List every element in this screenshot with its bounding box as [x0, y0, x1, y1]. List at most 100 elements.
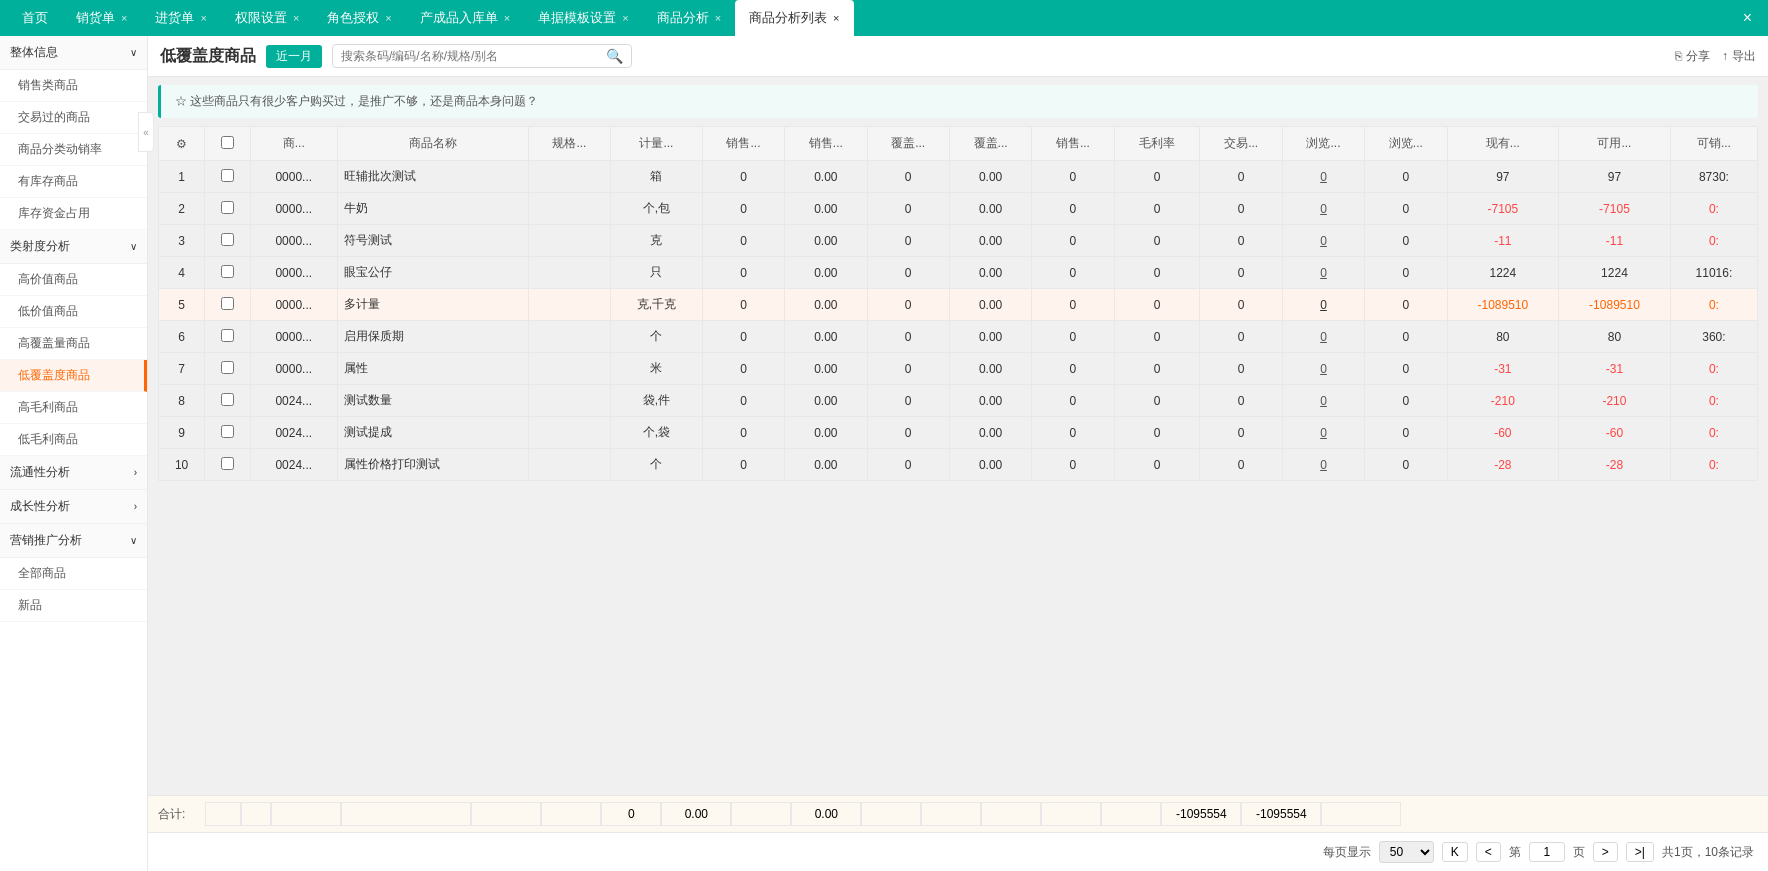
first-page-button[interactable]: K [1442, 842, 1468, 862]
export-button[interactable]: ↑ 导出 [1722, 48, 1756, 65]
search-input[interactable] [341, 49, 606, 63]
nav-sales-close[interactable]: × [121, 0, 127, 36]
cell-check[interactable] [205, 353, 251, 385]
cell-check[interactable] [205, 289, 251, 321]
row-checkbox[interactable] [221, 457, 234, 470]
cell-browse1[interactable]: 0 [1282, 257, 1364, 289]
cell-check[interactable] [205, 417, 251, 449]
select-all-checkbox[interactable] [221, 136, 234, 149]
cell-gross-rate: 0 [1114, 225, 1200, 257]
nav-role-close[interactable]: × [385, 0, 391, 36]
cell-browse1[interactable]: 0 [1282, 193, 1364, 225]
sidebar-item-high-profit[interactable]: 高毛利商品 [0, 392, 147, 424]
col-header-spec[interactable]: 规格... [528, 127, 610, 161]
sidebar-item-all-goods[interactable]: 全部商品 [0, 558, 147, 590]
nav-production[interactable]: 产成品入库单 × [406, 0, 524, 36]
cell-browse1[interactable]: 0 [1282, 353, 1364, 385]
nav-production-close[interactable]: × [504, 0, 510, 36]
nav-role[interactable]: 角色授权 × [313, 0, 405, 36]
nav-purchase[interactable]: 进货单 × [141, 0, 220, 36]
cell-browse1[interactable]: 0 [1282, 321, 1364, 353]
nav-template-close[interactable]: × [622, 0, 628, 36]
nav-template[interactable]: 单据模板设置 × [524, 0, 642, 36]
sidebar-collapse-button[interactable]: « [138, 112, 154, 152]
col-header-stock-cur[interactable]: 现有... [1447, 127, 1559, 161]
cell-check[interactable] [205, 193, 251, 225]
sidebar-item-low-value[interactable]: 低价值商品 [0, 296, 147, 328]
col-header-unit[interactable]: 计量... [611, 127, 703, 161]
cell-check[interactable] [205, 257, 251, 289]
col-header-stock-sale[interactable]: 可销... [1670, 127, 1757, 161]
row-checkbox[interactable] [221, 169, 234, 182]
cell-check[interactable] [205, 449, 251, 481]
sidebar-item-capital[interactable]: 库存资金占用 [0, 198, 147, 230]
next-page-button[interactable]: > [1593, 842, 1618, 862]
row-checkbox[interactable] [221, 265, 234, 278]
col-header-check[interactable] [205, 127, 251, 161]
row-checkbox[interactable] [221, 201, 234, 214]
cell-check[interactable] [205, 321, 251, 353]
cell-browse1[interactable]: 0 [1282, 161, 1364, 193]
filter-button[interactable]: 近一月 [266, 45, 322, 68]
cell-check[interactable] [205, 161, 251, 193]
cell-browse1[interactable]: 0 [1282, 385, 1364, 417]
sidebar-section-growth[interactable]: 成长性分析 › [0, 490, 147, 524]
row-checkbox[interactable] [221, 297, 234, 310]
pagination: 每页显示 50 100 200 K < 第 页 > >| 共1页，10条记录 [148, 832, 1768, 871]
row-checkbox[interactable] [221, 393, 234, 406]
per-page-select[interactable]: 50 100 200 [1379, 841, 1434, 863]
row-checkbox[interactable] [221, 233, 234, 246]
col-header-sales-qty[interactable]: 销售... [702, 127, 784, 161]
col-header-sku[interactable]: 商... [250, 127, 337, 161]
cell-stock-cur: -210 [1447, 385, 1559, 417]
nav-product-analysis[interactable]: 商品分析 × [643, 0, 735, 36]
col-header-coverage2[interactable]: 覆盖... [949, 127, 1031, 161]
nav-permission[interactable]: 权限设置 × [221, 0, 313, 36]
col-header-name[interactable]: 商品名称 [337, 127, 528, 161]
sidebar-item-low-profit[interactable]: 低毛利商品 [0, 424, 147, 456]
col-header-settings[interactable]: ⚙ [159, 127, 205, 161]
sidebar-item-traded-goods[interactable]: 交易过的商品 [0, 102, 147, 134]
row-checkbox[interactable] [221, 361, 234, 374]
prev-page-button[interactable]: < [1476, 842, 1501, 862]
sidebar-item-sales-goods[interactable]: 销售类商品 [0, 70, 147, 102]
nav-product-analysis-close[interactable]: × [715, 0, 721, 36]
sidebar-item-category-rate[interactable]: 商品分类动销率 [0, 134, 147, 166]
nav-home[interactable]: 首页 [8, 0, 62, 36]
page-number-input[interactable] [1529, 842, 1565, 862]
sidebar-item-low-coverage[interactable]: 低覆盖度商品 [0, 360, 147, 392]
sidebar-item-new-goods[interactable]: 新品 [0, 590, 147, 622]
col-header-coverage1[interactable]: 覆盖... [867, 127, 949, 161]
sidebar-item-high-value[interactable]: 高价值商品 [0, 264, 147, 296]
last-page-button[interactable]: >| [1626, 842, 1654, 862]
row-checkbox[interactable] [221, 329, 234, 342]
row-checkbox[interactable] [221, 425, 234, 438]
cell-browse1[interactable]: 0 [1282, 289, 1364, 321]
col-header-stock-avail[interactable]: 可用... [1559, 127, 1671, 161]
cell-sku: 0024... [250, 449, 337, 481]
cell-check[interactable] [205, 385, 251, 417]
sidebar-item-in-stock[interactable]: 有库存商品 [0, 166, 147, 198]
cell-check[interactable] [205, 225, 251, 257]
cell-browse1[interactable]: 0 [1282, 417, 1364, 449]
col-header-browse2[interactable]: 浏览... [1365, 127, 1447, 161]
sidebar-section-liquidity[interactable]: 流通性分析 › [0, 456, 147, 490]
share-button[interactable]: ⎘ 分享 [1675, 48, 1710, 65]
nav-product-analysis-list[interactable]: 商品分析列表 × [735, 0, 853, 36]
col-header-gross-rate[interactable]: 毛利率 [1114, 127, 1200, 161]
sidebar-section-overall[interactable]: 整体信息 ∨ [0, 36, 147, 70]
nav-product-analysis-list-close[interactable]: × [833, 0, 839, 36]
col-header-sales3[interactable]: 销售... [1032, 127, 1114, 161]
cell-browse1[interactable]: 0 [1282, 449, 1364, 481]
col-header-browse1[interactable]: 浏览... [1282, 127, 1364, 161]
sidebar-item-high-coverage[interactable]: 高覆盖量商品 [0, 328, 147, 360]
nav-permission-close[interactable]: × [293, 0, 299, 36]
window-close-button[interactable]: × [1735, 9, 1760, 27]
cell-browse1[interactable]: 0 [1282, 225, 1364, 257]
col-header-sales-amt[interactable]: 销售... [785, 127, 867, 161]
nav-purchase-close[interactable]: × [200, 0, 206, 36]
sidebar-section-coverage[interactable]: 类射度分析 ∨ [0, 230, 147, 264]
col-header-trade[interactable]: 交易... [1200, 127, 1282, 161]
nav-sales[interactable]: 销货单 × [62, 0, 141, 36]
sidebar-section-marketing[interactable]: 营销推广分析 ∨ [0, 524, 147, 558]
